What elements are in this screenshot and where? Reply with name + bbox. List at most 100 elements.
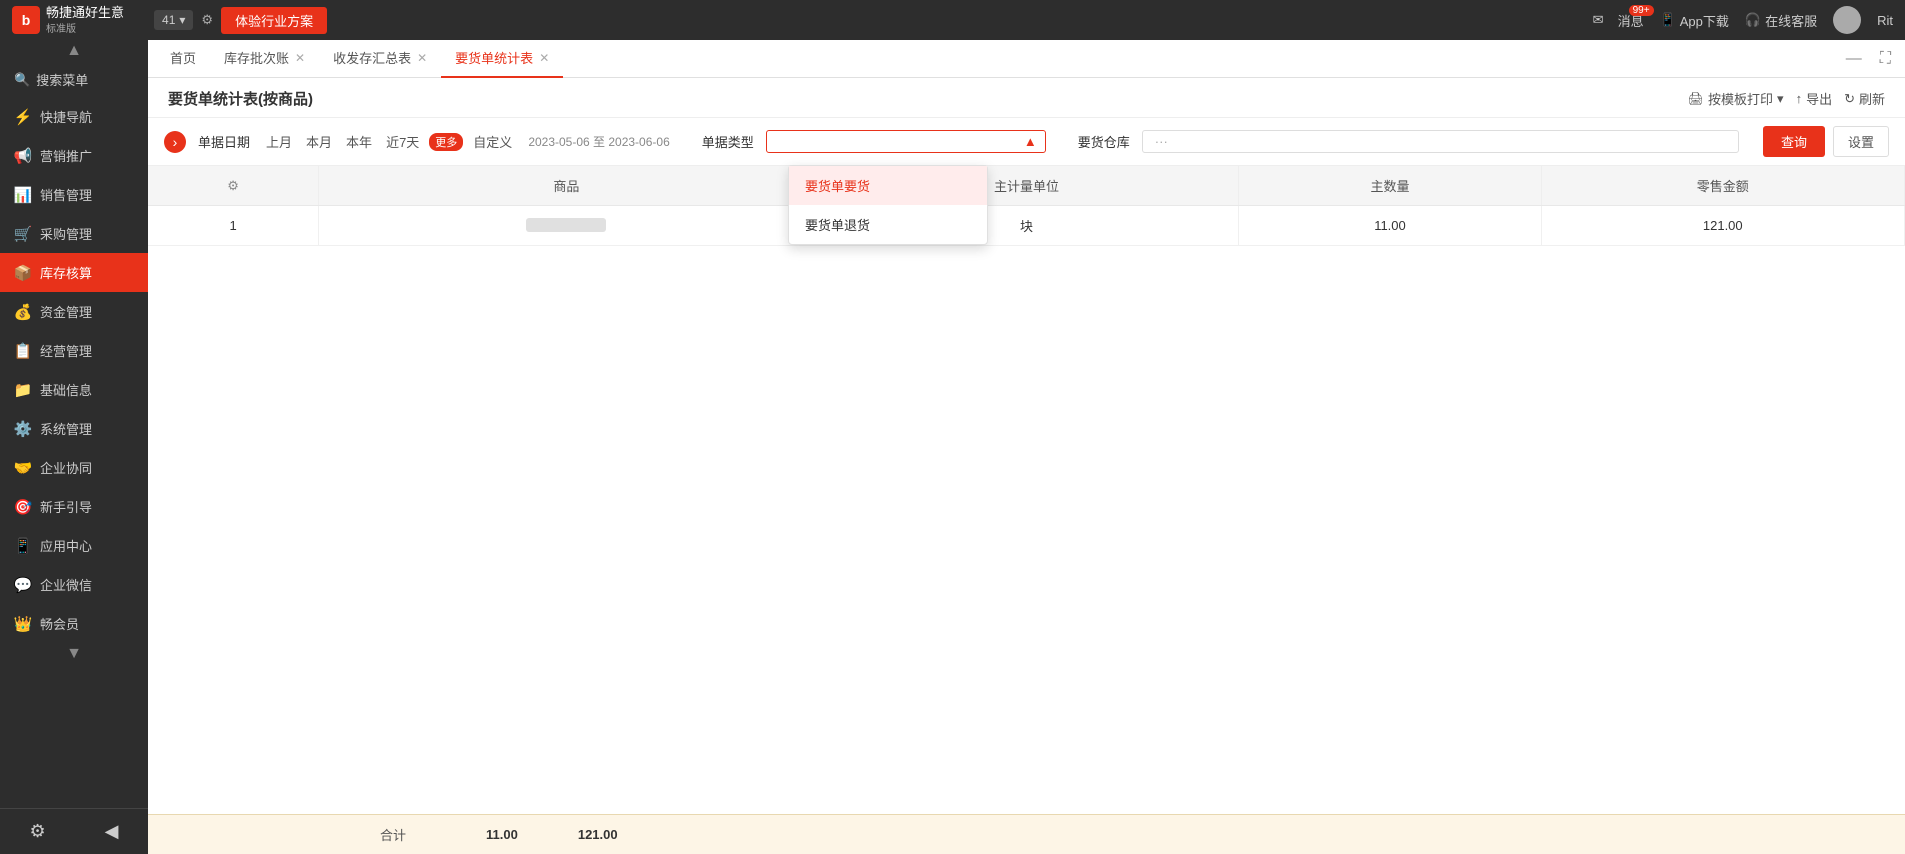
data-table: ⚙ 商品 主计量单位 主数量 零售金额 1 ██████	[148, 166, 1905, 246]
export-label: 导出	[1806, 89, 1832, 108]
store-id: 41	[162, 13, 175, 27]
product-name-blurred: ██████	[526, 218, 606, 232]
tab-home[interactable]: 首页	[156, 40, 210, 78]
sidebar-item-collab[interactable]: 🤝 企业协同	[0, 448, 148, 487]
tab-order-stats[interactable]: 要货单统计表 ✕	[441, 40, 563, 78]
table-footer: 合计 11.00 121.00	[148, 814, 1905, 854]
filter-bar: › 单据日期 上月 本月 本年 近7天 更多 自定义 2023-05-06 至 …	[148, 118, 1905, 166]
app-download-label: App下载	[1680, 11, 1729, 30]
shortcut-this-year[interactable]: 本年	[342, 130, 376, 153]
sidebar-item-label: 企业微信	[40, 575, 92, 594]
tab-receipt-summary[interactable]: 收发存汇总表 ✕	[319, 40, 441, 78]
sidebar-item-wechat[interactable]: 💬 企业微信	[0, 565, 148, 604]
warehouse-more-icon[interactable]: ···	[1155, 134, 1168, 149]
sidebar-item-label: 资金管理	[40, 302, 92, 321]
sidebar-item-label: 畅会员	[40, 614, 79, 633]
sidebar-item-app-center[interactable]: 📱 应用中心	[0, 526, 148, 565]
cell-qty: 11.00	[1239, 206, 1541, 246]
page-title: 要货单统计表(按商品)	[168, 88, 313, 109]
warehouse-input[interactable]: ···	[1142, 130, 1739, 153]
gear-icon[interactable]: ⚙	[201, 12, 213, 28]
sidebar-item-label: 企业协同	[40, 458, 92, 477]
shortcut-more[interactable]: 更多	[429, 133, 463, 151]
sidebar-settings-btn[interactable]: ⚙	[26, 817, 50, 846]
sidebar-item-system[interactable]: ⚙️ 系统管理	[0, 409, 148, 448]
th-settings[interactable]: ⚙	[148, 166, 319, 206]
tab-order-stats-close[interactable]: ✕	[539, 51, 549, 65]
shortcut-this-month[interactable]: 本月	[302, 130, 336, 153]
sidebar-collapse-btn[interactable]: ◀	[101, 817, 123, 846]
refresh-btn[interactable]: ↻ 刷新	[1844, 89, 1885, 108]
shortcut-7days[interactable]: 近7天	[382, 130, 423, 153]
export-btn[interactable]: ↑ 导出	[1796, 89, 1833, 108]
wechat-icon: 💬	[14, 576, 32, 594]
date-range: 2023-05-06 至 2023-06-06	[528, 133, 669, 150]
sidebar-item-label: 新手引导	[40, 497, 92, 516]
sidebar-item-member[interactable]: 👑 畅会员	[0, 604, 148, 643]
sidebar-item-quick-nav[interactable]: ⚡ 快捷导航	[0, 97, 148, 136]
dropdown-item-order-purchase[interactable]: 要货单要货	[789, 166, 987, 205]
print-label: 按模板打印	[1708, 89, 1773, 108]
dropdown-item-order-return[interactable]: 要货单退货	[789, 205, 987, 244]
sidebar-item-guide[interactable]: 🎯 新手引导	[0, 487, 148, 526]
basic-icon: 📁	[14, 381, 32, 399]
sidebar-item-sales[interactable]: 📊 销售管理	[0, 175, 148, 214]
sidebar-bottom: ⚙ ◀	[0, 808, 148, 854]
app-download-btn[interactable]: 📱 App下载	[1660, 11, 1729, 30]
sidebar-item-label: 应用中心	[40, 536, 92, 555]
online-service-label: 在线客服	[1765, 11, 1817, 30]
tab-inventory-batch-close[interactable]: ✕	[295, 51, 305, 65]
system-icon: ⚙️	[14, 420, 32, 438]
type-input-wrapper[interactable]: ▲	[766, 130, 1046, 153]
print-icon: 🖨	[1688, 91, 1705, 107]
query-btn[interactable]: 查询	[1763, 126, 1825, 157]
top-bar: b 畅捷通好生意 标准版 41 ▾ ⚙ 体验行业方案 ✉ 99+ 消息 📱 Ap…	[0, 0, 1905, 40]
tab-home-label: 首页	[170, 48, 196, 67]
store-selector[interactable]: 41 ▾	[154, 10, 193, 30]
date-shortcuts: 上月 本月 本年 近7天 更多 自定义	[262, 130, 516, 153]
industry-btn[interactable]: 体验行业方案	[221, 7, 327, 34]
sales-icon: 📊	[14, 186, 32, 204]
sidebar-item-label: 经营管理	[40, 341, 92, 360]
tabs-minimize-btn[interactable]: —	[1840, 48, 1868, 70]
shortcut-custom[interactable]: 自定义	[469, 130, 516, 153]
warehouse-label: 要货仓库	[1078, 132, 1130, 151]
sidebar-item-basic[interactable]: 📁 基础信息	[0, 370, 148, 409]
message-icon: ✉	[1593, 12, 1604, 28]
settings-btn[interactable]: 设置	[1833, 126, 1889, 157]
tab-receipt-summary-close[interactable]: ✕	[417, 51, 427, 65]
th-product: 商品	[319, 166, 815, 206]
online-service-btn[interactable]: 🎧 在线客服	[1745, 11, 1817, 30]
print-btn[interactable]: 🖨 按模板打印 ▾	[1688, 89, 1784, 108]
sidebar-item-operation[interactable]: 📋 经营管理	[0, 331, 148, 370]
tabs-actions: — ⛶	[1840, 48, 1897, 70]
footer-qty: 11.00	[486, 827, 518, 842]
sidebar-item-inventory[interactable]: 📦 库存核算	[0, 253, 148, 292]
sidebar-item-label: 采购管理	[40, 224, 92, 243]
avatar[interactable]	[1833, 6, 1861, 34]
table-row: 1 ██████ 块 11.00 121.00	[148, 206, 1905, 246]
type-arrow-icon[interactable]: ▲	[1024, 134, 1037, 149]
main-area: ▲ 🔍 搜索菜单 ⚡ 快捷导航 📢 营销推广 📊 销售管理 🛒 采购管理	[0, 40, 1905, 854]
page-header: 要货单统计表(按商品) 🖨 按模板打印 ▾ ↑ 导出 ↻	[148, 78, 1905, 118]
type-input[interactable]	[775, 134, 1024, 149]
message-btn[interactable]: ✉ 99+ 消息	[1593, 11, 1644, 30]
headset-icon: 🎧	[1745, 12, 1761, 28]
sidebar-search[interactable]: 🔍 搜索菜单	[0, 62, 148, 97]
footer-amount: 121.00	[578, 827, 618, 842]
shortcut-last-month[interactable]: 上月	[262, 130, 296, 153]
sidebar-item-marketing[interactable]: 📢 营销推广	[0, 136, 148, 175]
purchase-icon: 🛒	[14, 225, 32, 243]
search-icon: 🔍	[14, 72, 30, 88]
sidebar-item-finance[interactable]: 💰 资金管理	[0, 292, 148, 331]
tabs-maximize-btn[interactable]: ⛶	[1874, 48, 1897, 70]
cell-no: 1	[148, 206, 319, 246]
type-dropdown: 要货单要货 要货单退货	[788, 165, 988, 245]
filter-expand-btn[interactable]: ›	[164, 131, 186, 153]
sidebar-item-purchase[interactable]: 🛒 采购管理	[0, 214, 148, 253]
sidebar-scroll-down[interactable]: ▼	[0, 643, 148, 665]
sidebar-item-label: 营销推广	[40, 146, 92, 165]
sidebar-scroll-up[interactable]: ▲	[0, 40, 148, 62]
user-name: Rit	[1877, 13, 1893, 28]
tab-inventory-batch[interactable]: 库存批次账 ✕	[210, 40, 319, 78]
